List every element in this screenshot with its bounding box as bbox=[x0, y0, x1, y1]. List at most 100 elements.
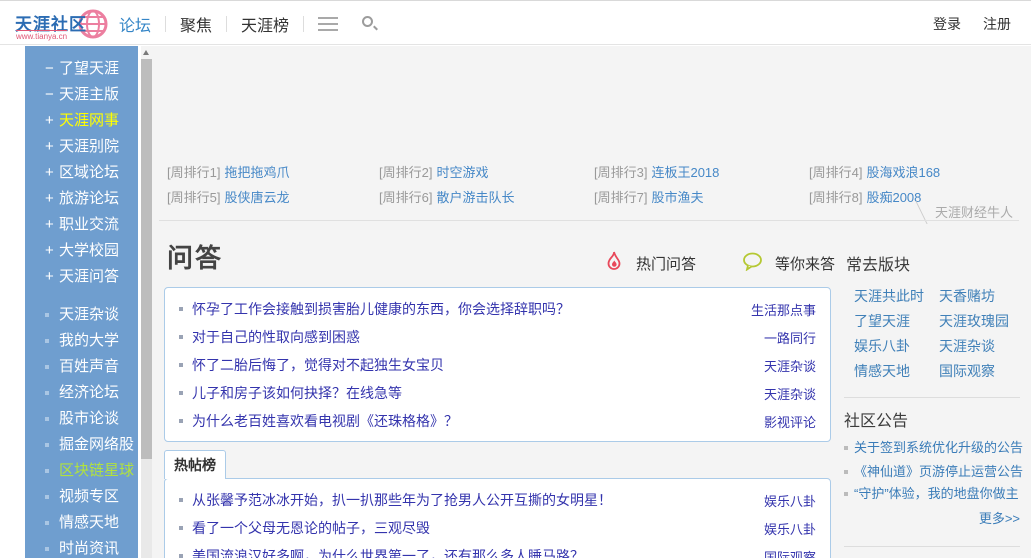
board-link[interactable]: 影视评论 bbox=[752, 412, 816, 431]
sidebar: −了望天涯 −天涯主版 +天涯网事 +天涯别院 +区域论坛 +旅游论坛 +职业交… bbox=[25, 46, 138, 558]
board-link[interactable]: 生活那点事 bbox=[739, 300, 816, 319]
nav-focus[interactable]: 聚焦 bbox=[166, 12, 226, 36]
scrollbar-thumb[interactable] bbox=[141, 59, 152, 459]
weekly-rankings: [周排行1]拖把拖鸡爪 [周排行2]时空游戏 [周排行3]连板王2018 [周排… bbox=[167, 162, 1023, 206]
nav-divider bbox=[303, 16, 304, 32]
bullet-icon bbox=[179, 335, 183, 339]
sidebar-item-regional-forum[interactable]: +区域论坛 bbox=[25, 160, 138, 186]
qa-filter: 热门问答 等你来答 bbox=[604, 250, 835, 277]
board-link-tianxiang-dufang[interactable]: 天香赌坊 bbox=[939, 286, 995, 306]
bullet-icon bbox=[179, 307, 183, 311]
sidebar-item-voice-of-people[interactable]: 百姓声音 bbox=[25, 354, 138, 380]
sidebar-item-liaowang-tianya[interactable]: −了望天涯 bbox=[25, 56, 138, 82]
sidebar-item-economy-forum[interactable]: 经济论坛 bbox=[25, 380, 138, 406]
board-link-tianya-rose-garden[interactable]: 天涯玫瑰园 bbox=[939, 311, 1009, 331]
sidebar-item-tianya-bieyuan[interactable]: +天涯别院 bbox=[25, 134, 138, 160]
rank-item-7[interactable]: [周排行7]股市渔夫 bbox=[594, 187, 809, 206]
rank-item-3[interactable]: [周排行3]连板王2018 bbox=[594, 162, 809, 181]
notice-item[interactable]: 《神仙道》页游停止运营公告 bbox=[844, 464, 1024, 480]
page: 天涯社区 www.tianya.cn 论坛 聚焦 天涯榜 登录 注册 −了望天涯… bbox=[0, 0, 1031, 558]
rank-item-5[interactable]: [周排行5]股侠唐云龙 bbox=[167, 187, 379, 206]
scrollbar-up-arrow[interactable] bbox=[141, 46, 152, 59]
bullet-icon bbox=[179, 419, 183, 423]
bullet-icon bbox=[179, 526, 183, 530]
board-link[interactable]: 娱乐八卦 bbox=[752, 519, 816, 538]
site-logo[interactable]: 天涯社区 www.tianya.cn bbox=[15, 8, 107, 40]
frequent-boards-title: 常去版块 bbox=[846, 251, 910, 275]
board-link[interactable]: 一路同行 bbox=[752, 328, 816, 347]
nav-tianya-rank[interactable]: 天涯榜 bbox=[227, 12, 303, 36]
sidebar-item-gold-internet-stock[interactable]: 掘金网络股 bbox=[25, 432, 138, 458]
bullet-icon bbox=[179, 363, 183, 367]
board-link[interactable]: 天涯杂谈 bbox=[752, 384, 816, 403]
qa-list-panel: 怀孕了工作会接触到损害胎儿健康的东西，你会选择辞职吗？生活那点事 对于自己的性取… bbox=[164, 287, 831, 442]
board-link-liaowang-tianya[interactable]: 了望天涯 bbox=[854, 311, 910, 331]
sidebar-item-campus[interactable]: +大学校园 bbox=[25, 238, 138, 264]
rank-item-1[interactable]: [周排行1]拖把拖鸡爪 bbox=[167, 162, 379, 181]
bullet-icon bbox=[844, 446, 848, 450]
sidebar-item-emotion-world[interactable]: 情感天地 bbox=[25, 510, 138, 536]
waiting-qa-filter[interactable]: 等你来答 bbox=[775, 253, 835, 274]
bullet-icon bbox=[844, 492, 848, 496]
board-link-tianya-gongcishi[interactable]: 天涯共此时 bbox=[854, 286, 924, 306]
sidebar-group-divider bbox=[25, 290, 138, 302]
bullet-icon bbox=[179, 498, 183, 502]
board-link[interactable]: 娱乐八卦 bbox=[752, 491, 816, 510]
sidebar-item-blockchain-planet[interactable]: 区块链星球 bbox=[25, 458, 138, 484]
qa-item[interactable]: 怀孕了工作会接触到损害胎儿健康的东西，你会选择辞职吗？生活那点事 bbox=[179, 295, 816, 323]
sidebar-item-stock-talk[interactable]: 股市论谈 bbox=[25, 406, 138, 432]
bullet-icon bbox=[179, 391, 183, 395]
sidebar-item-career-exchange[interactable]: +职业交流 bbox=[25, 212, 138, 238]
speech-bubble-icon bbox=[742, 252, 763, 276]
register-link[interactable]: 注册 bbox=[983, 14, 1011, 34]
qa-section-title: 问答 bbox=[167, 238, 223, 275]
sidebar-item-tianya-wangshi[interactable]: +天涯网事 bbox=[25, 108, 138, 134]
hot-post-item[interactable]: 从张馨予范冰冰开始，扒一扒那些年为了抢男人公开互撕的女明星！娱乐八卦 bbox=[179, 486, 816, 514]
right-column-divider bbox=[844, 397, 1020, 398]
rank-item-6[interactable]: [周排行6]散户游击队长 bbox=[379, 187, 594, 206]
rank-item-2[interactable]: [周排行2]时空游戏 bbox=[379, 162, 594, 181]
qa-item[interactable]: 为什么老百姓喜欢看电视剧《还珠格格》？影视评论 bbox=[179, 407, 816, 435]
sidebar-item-tianya-qa[interactable]: +天涯问答 bbox=[25, 264, 138, 290]
bullet-icon bbox=[844, 470, 848, 474]
sidebar-scrollbar[interactable] bbox=[141, 46, 152, 558]
board-link-emotion-world[interactable]: 情感天地 bbox=[854, 361, 910, 381]
board-link[interactable]: 国际观察 bbox=[752, 547, 816, 558]
flame-icon bbox=[604, 250, 624, 277]
hot-qa-filter[interactable]: 热门问答 bbox=[636, 253, 696, 274]
sidebar-item-travel-forum[interactable]: +旅游论坛 bbox=[25, 186, 138, 212]
qa-item[interactable]: 儿子和房子该如何抉择？在线急等天涯杂谈 bbox=[179, 379, 816, 407]
qa-item[interactable]: 怀了二胎后悔了，觉得对不起独生女宝贝天涯杂谈 bbox=[179, 351, 816, 379]
nav-forum[interactable]: 论坛 bbox=[105, 12, 165, 36]
rank-item-4[interactable]: [周排行4]股海戏浪168 bbox=[809, 162, 1023, 181]
auth-links: 登录 注册 bbox=[933, 1, 1011, 46]
search-icon[interactable] bbox=[362, 16, 378, 32]
sidebar-item-my-university[interactable]: 我的大学 bbox=[25, 328, 138, 354]
topbar: 天涯社区 www.tianya.cn 论坛 聚焦 天涯榜 登录 注册 bbox=[0, 0, 1031, 45]
bullet-icon bbox=[179, 554, 183, 558]
hamburger-menu-icon[interactable] bbox=[318, 17, 338, 31]
main-content: [周排行1]拖把拖鸡爪 [周排行2]时空游戏 [周排行3]连板王2018 [周排… bbox=[152, 46, 1031, 558]
board-link-international-observation[interactable]: 国际观察 bbox=[939, 361, 995, 381]
sidebar-item-fashion-news[interactable]: 时尚资讯 bbox=[25, 536, 138, 558]
hot-post-item[interactable]: 看了一个父母无恩论的帖子，三观尽毁娱乐八卦 bbox=[179, 514, 816, 542]
hot-posts-panel: 从张馨予范冰冰开始，扒一扒那些年为了抢男人公开互撕的女明星！娱乐八卦 看了一个父… bbox=[164, 478, 831, 558]
board-link-tianya-zatan[interactable]: 天涯杂谈 bbox=[939, 336, 995, 356]
section-divider bbox=[159, 220, 1019, 221]
notice-item[interactable]: “守护”体验，我的地盘你做主 bbox=[844, 486, 1024, 502]
notice-item[interactable]: 关于签到系统优化升级的公告 bbox=[844, 440, 1024, 456]
hot-post-item[interactable]: 美国流浪汉好多啊，为什么世界第一了，还有那么多人睡马路？国际观察 bbox=[179, 542, 816, 558]
hot-posts-tab[interactable]: 热帖榜 bbox=[164, 450, 226, 479]
qa-item[interactable]: 对于自己的性取向感到困惑一路同行 bbox=[179, 323, 816, 351]
sidebar-item-tianya-main[interactable]: −天涯主版 bbox=[25, 82, 138, 108]
board-link-entertainment-gossip[interactable]: 娱乐八卦 bbox=[854, 336, 910, 356]
board-link[interactable]: 天涯杂谈 bbox=[752, 356, 816, 375]
logo-subtitle: www.tianya.cn bbox=[16, 30, 67, 41]
right-column-divider bbox=[844, 546, 1020, 547]
main-nav: 论坛 聚焦 天涯榜 bbox=[105, 1, 388, 46]
login-link[interactable]: 登录 bbox=[933, 14, 961, 34]
sidebar-item-tianya-zatan[interactable]: 天涯杂谈 bbox=[25, 302, 138, 328]
sidebar-item-video-zone[interactable]: 视频专区 bbox=[25, 484, 138, 510]
notice-more-link[interactable]: 更多>> bbox=[844, 508, 1020, 527]
community-notice-title: 社区公告 bbox=[844, 407, 908, 431]
